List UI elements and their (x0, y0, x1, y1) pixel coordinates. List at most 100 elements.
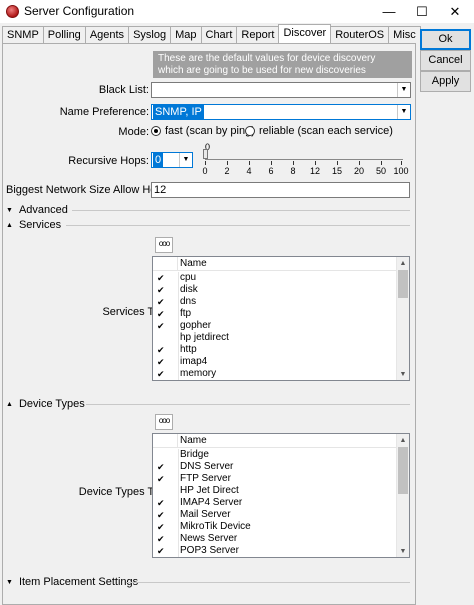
name-preference-value: SNMP, IP (153, 105, 204, 119)
mode-fast-radio[interactable]: fast (scan by ping) (151, 125, 255, 137)
list-item[interactable]: ✔ MikroTik Device (153, 521, 397, 533)
list-item[interactable]: HP Jet Direct (153, 485, 397, 497)
recursive-hops-value: 0 (153, 153, 164, 167)
list-item[interactable]: ✔ POP3 Server (153, 545, 397, 557)
maximize-button[interactable]: ☐ (405, 0, 439, 23)
item-placement-section-toggle[interactable]: ▼ Item Placement Settings (6, 576, 138, 588)
list-item[interactable]: ✔ gopher (153, 320, 397, 332)
tab-polling[interactable]: Polling (42, 26, 86, 43)
list-item[interactable]: ✔ ftp (153, 308, 397, 320)
list-item[interactable]: ✔ FTP Server (153, 473, 397, 485)
slider-tick-label: 12 (309, 166, 320, 176)
checkmark-icon[interactable]: ✔ (157, 545, 165, 557)
checkmark-icon[interactable]: ✔ (157, 356, 165, 368)
tab-misc[interactable]: Misc (388, 26, 421, 43)
tab-discover[interactable]: Discover (278, 24, 332, 43)
tab-report[interactable]: Report (236, 26, 280, 43)
slider-tick (205, 161, 206, 165)
checkmark-icon[interactable]: ✔ (157, 320, 165, 332)
services-scrollbar[interactable]: ▲ ▼ (396, 257, 409, 380)
device-types-grid-header: Name (153, 434, 397, 448)
chevron-down-icon: ▼ (6, 578, 13, 586)
scroll-up-icon[interactable]: ▲ (397, 257, 409, 269)
device-types-grid[interactable]: Name ▲ ▼ Bridge ✔ DNS Server ✔ FTP Server HP … (152, 433, 410, 558)
device-types-options-button[interactable]: ooo (155, 414, 173, 430)
slider-tick-label: 2 (224, 166, 230, 176)
mode-reliable-radio[interactable]: reliable (scan each service) (245, 125, 393, 137)
checkmark-icon[interactable]: ✔ (157, 344, 165, 356)
scroll-up-icon[interactable]: ▲ (397, 434, 409, 446)
list-item[interactable]: ✔ cpu (153, 272, 397, 284)
checkmark-icon[interactable]: ✔ (157, 284, 165, 296)
list-item[interactable]: ✔ DNS Server (153, 461, 397, 473)
info-text-line-1: These are the default values for device … (158, 53, 376, 64)
device-types-scrollbar[interactable]: ▲ ▼ (396, 434, 409, 557)
hops-slider-thumb[interactable] (203, 149, 208, 159)
list-item[interactable]: ✔ dns (153, 296, 397, 308)
chevron-down-icon: ▼ (6, 206, 13, 214)
list-item[interactable]: ✔ IMAP4 Server (153, 497, 397, 509)
tab-snmp[interactable]: SNMP (2, 26, 44, 43)
mode-reliable-label: reliable (scan each service) (259, 125, 393, 137)
advanced-section-label: Advanced (18, 204, 68, 216)
checkmark-icon[interactable]: ✔ (157, 509, 165, 521)
chevron-up-icon: ▲ (6, 400, 13, 408)
list-item-name: HP Jet Direct (180, 485, 239, 496)
checkmark-icon[interactable]: ✔ (157, 533, 165, 545)
list-item[interactable]: ✔ disk (153, 284, 397, 296)
chevron-down-icon[interactable]: ▼ (397, 105, 410, 119)
scroll-thumb[interactable] (398, 447, 408, 494)
list-item[interactable]: ✔ Mail Server (153, 509, 397, 521)
ok-button[interactable]: Ok (420, 29, 471, 50)
device-types-name-column-header[interactable]: Name (180, 434, 207, 448)
list-item[interactable]: ✔ News Server (153, 533, 397, 545)
slider-tick (359, 161, 360, 165)
tab-agents[interactable]: Agents (84, 26, 130, 43)
list-item[interactable]: Bridge (153, 449, 397, 461)
services-name-column-header[interactable]: Name (180, 257, 207, 271)
cancel-button[interactable]: Cancel (420, 50, 471, 71)
slider-tick-label: 15 (331, 166, 342, 176)
minimize-button[interactable]: — (372, 0, 406, 23)
scroll-thumb[interactable] (398, 270, 408, 298)
list-item-name: memory (180, 368, 217, 379)
scroll-down-icon[interactable]: ▼ (397, 545, 409, 557)
tab-syslog[interactable]: Syslog (128, 26, 172, 43)
apply-button[interactable]: Apply (420, 71, 471, 92)
advanced-section-toggle[interactable]: ▼ Advanced (6, 204, 68, 216)
checkmark-icon[interactable]: ✔ (157, 272, 165, 284)
black-list-combo[interactable]: ▼ (151, 82, 411, 98)
recursive-hops-label: Recursive Hops: (68, 155, 149, 167)
scroll-down-icon[interactable]: ▼ (397, 368, 409, 380)
services-section-label: Services (18, 219, 62, 231)
checkmark-icon[interactable]: ✔ (157, 497, 165, 509)
network-size-input[interactable]: 12 (151, 182, 410, 198)
tab-chart[interactable]: Chart (200, 26, 238, 43)
list-item-name: http (180, 344, 197, 355)
list-item[interactable]: hp jetdirect (153, 332, 397, 344)
checkmark-icon[interactable]: ✔ (157, 521, 165, 533)
services-options-button[interactable]: ooo (155, 237, 173, 253)
list-item[interactable]: ✔ memory (153, 368, 397, 380)
recursive-hops-combo[interactable]: 0 ▼ (151, 152, 193, 168)
tab-map[interactable]: Map (170, 26, 202, 43)
info-banner: These are the default values for device … (153, 51, 412, 78)
divider (72, 210, 410, 211)
device-types-section-toggle[interactable]: ▲ Device Types (6, 398, 85, 410)
services-grid[interactable]: Name ▲ ▼ ✔ cpu ✔ disk ✔ dns ✔ ftp ✔ gopher hp jetd… (152, 256, 410, 381)
checkmark-icon[interactable]: ✔ (157, 461, 165, 473)
name-preference-combo[interactable]: SNMP, IP ▼ (151, 104, 411, 120)
checkmark-icon[interactable]: ✔ (157, 473, 165, 485)
slider-tick-label: 0 (202, 166, 208, 176)
checkmark-icon[interactable]: ✔ (157, 296, 165, 308)
services-section-toggle[interactable]: ▲ Services (6, 219, 61, 231)
list-item[interactable]: ✔ imap4 (153, 356, 397, 368)
tab-routeros[interactable]: RouterOS (330, 26, 390, 43)
close-button[interactable]: ✕ (438, 0, 472, 23)
list-item[interactable]: ✔ http (153, 344, 397, 356)
hops-slider-track[interactable] (205, 159, 403, 160)
checkmark-icon[interactable]: ✔ (157, 368, 165, 380)
chevron-down-icon[interactable]: ▼ (397, 83, 410, 97)
chevron-down-icon[interactable]: ▼ (179, 153, 192, 167)
checkmark-icon[interactable]: ✔ (157, 308, 165, 320)
